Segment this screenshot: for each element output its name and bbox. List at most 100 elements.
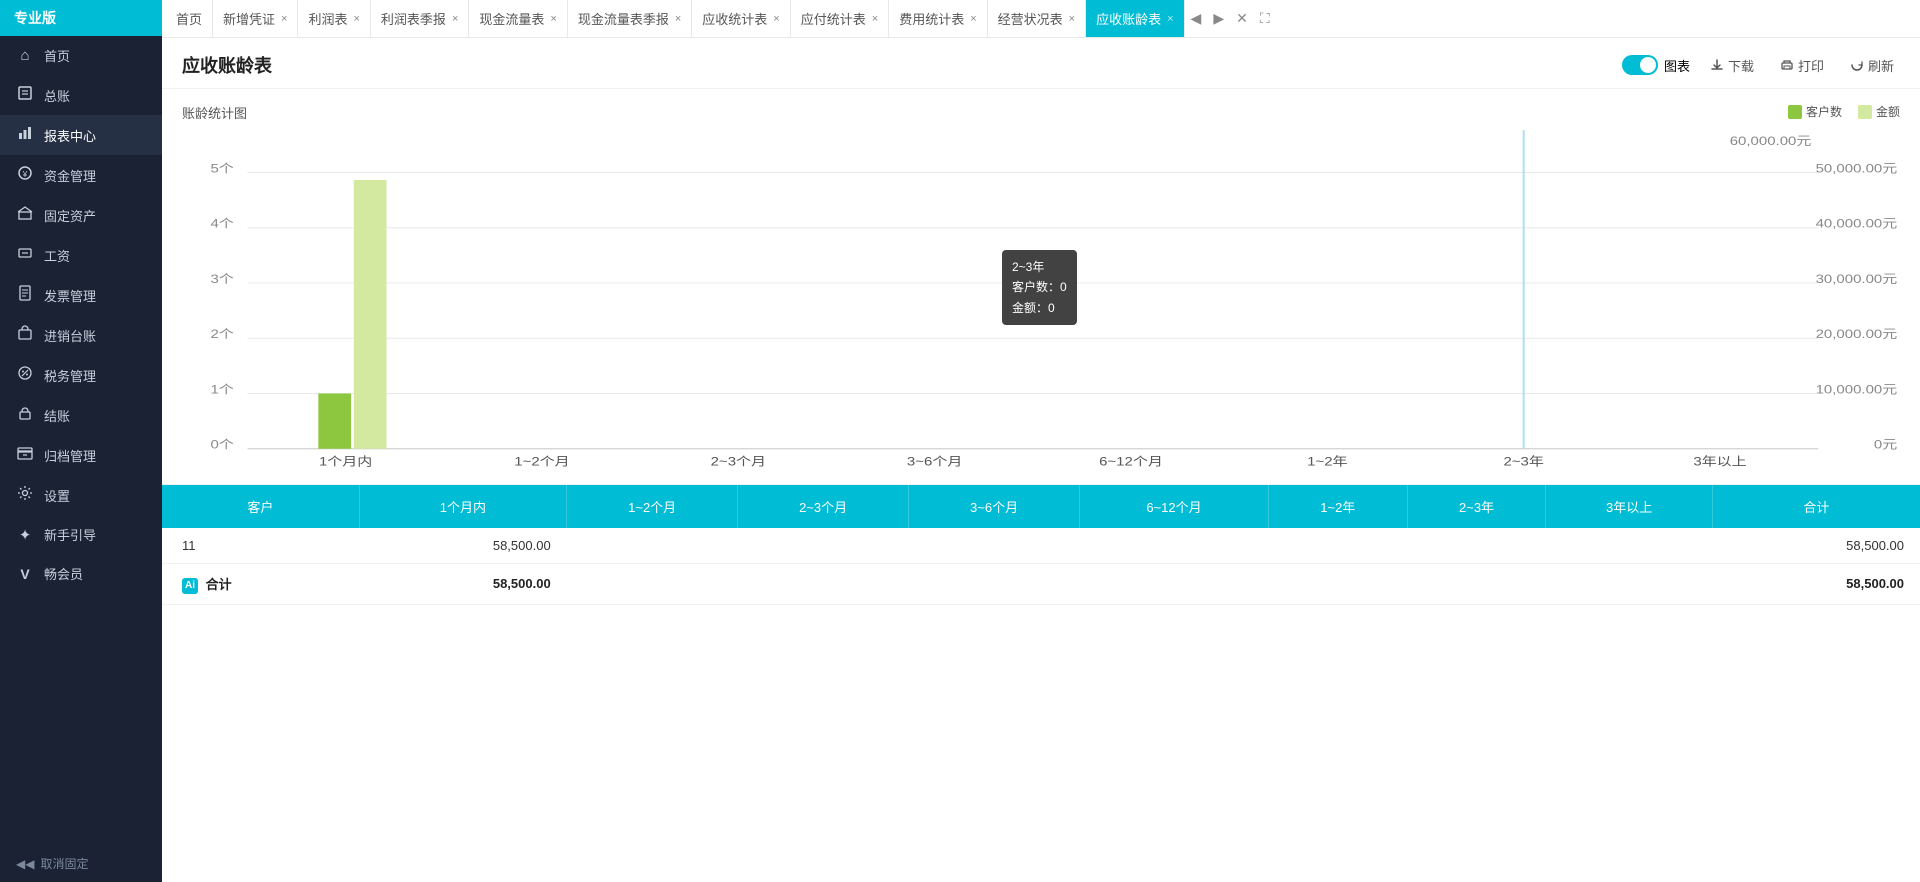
- tab-close-all-btn[interactable]: ✕: [1230, 0, 1254, 38]
- tab-label: 经营状况表: [998, 9, 1063, 28]
- svg-text:10,000.00元: 10,000.00元: [1816, 383, 1898, 396]
- tab-new-voucher[interactable]: 新增凭证 ×: [213, 0, 298, 38]
- tab-cashflow-q[interactable]: 现金流量表季报 ×: [568, 0, 692, 38]
- total-m23: [738, 564, 909, 605]
- chart-container: 0个 1个 2个 3个 4个 5个 0元 10,000.00元 20,000.0…: [182, 130, 1900, 470]
- data-table-wrap: 客户 1个月内 1~2个月 2~3个月 3~6个月 6~12个月 1~2年 2~…: [162, 485, 1920, 605]
- svg-text:2~3年: 2~3年: [1503, 455, 1543, 468]
- tab-biz[interactable]: 经营状况表 ×: [988, 0, 1086, 38]
- svg-text:3年以上: 3年以上: [1693, 455, 1746, 468]
- chart-toggle[interactable]: [1622, 55, 1658, 75]
- tab-close-icon[interactable]: ×: [281, 13, 287, 25]
- sidebar-item-label: 发票管理: [44, 286, 96, 305]
- sidebar: 专业版 ⌂ 首页 总账 报表中心 ¥ 资金管理 固定资产 工资: [0, 0, 162, 882]
- tab-close-icon[interactable]: ×: [970, 13, 976, 25]
- sidebar-item-label: 设置: [44, 486, 70, 505]
- tab-ap-stat[interactable]: 应付统计表 ×: [791, 0, 889, 38]
- tab-close-icon[interactable]: ×: [452, 13, 458, 25]
- unpin-label: 取消固定: [40, 855, 88, 872]
- chart-title: 账龄统计图: [182, 103, 1900, 122]
- sidebar-item-archive[interactable]: 归档管理: [0, 435, 162, 475]
- sidebar-item-home[interactable]: ⌂ 首页: [0, 36, 162, 75]
- cell-total: 58,500.00: [1712, 528, 1920, 564]
- tab-label: 应收统计表: [702, 9, 767, 28]
- tab-close-icon[interactable]: ×: [1167, 13, 1173, 25]
- sidebar-item-guide[interactable]: ✦ 新手引导: [0, 515, 162, 554]
- main-area: 首页 新增凭证 × 利润表 × 利润表季报 × 现金流量表 × 现金流量表季报 …: [162, 0, 1920, 882]
- total-y23: [1407, 564, 1546, 605]
- sidebar-item-invoice[interactable]: 发票管理: [0, 275, 162, 315]
- sidebar-item-report[interactable]: 报表中心: [0, 115, 162, 155]
- svg-text:1个月内: 1个月内: [319, 455, 372, 468]
- vip-icon: V: [16, 566, 34, 582]
- tab-next-btn[interactable]: ▶: [1207, 0, 1230, 38]
- chart-legend: 客户数 金额: [1788, 103, 1900, 120]
- sidebar-item-label: 首页: [44, 46, 70, 65]
- svg-text:2~3个月: 2~3个月: [711, 455, 766, 468]
- unpin-button[interactable]: ◀◀ 取消固定: [0, 845, 162, 882]
- tab-close-icon[interactable]: ×: [675, 13, 681, 25]
- total-label: Ai 合计: [162, 564, 359, 605]
- cell-m612: [1080, 528, 1269, 564]
- sidebar-item-label: 固定资产: [44, 206, 96, 225]
- tab-ar-aging[interactable]: 应收账龄表 ×: [1086, 0, 1184, 38]
- tab-maximize-btn[interactable]: ⛶: [1254, 0, 1276, 38]
- svg-text:2个: 2个: [210, 328, 234, 341]
- sidebar-item-vip[interactable]: V 畅会员: [0, 554, 162, 593]
- tab-profit-q[interactable]: 利润表季报 ×: [371, 0, 469, 38]
- svg-text:¥: ¥: [22, 170, 28, 179]
- legend-color-amount: [1858, 105, 1872, 119]
- tab-home[interactable]: 首页: [166, 0, 213, 38]
- col-y23: 2~3年: [1407, 485, 1546, 528]
- fund-icon: ¥: [16, 165, 34, 185]
- sidebar-item-salary[interactable]: 工资: [0, 235, 162, 275]
- tab-label: 首页: [176, 9, 202, 28]
- tab-label: 新增凭证: [223, 9, 275, 28]
- tab-ar-stat[interactable]: 应收统计表 ×: [692, 0, 790, 38]
- sidebar-item-fund[interactable]: ¥ 资金管理: [0, 155, 162, 195]
- tab-close-icon[interactable]: ×: [872, 13, 878, 25]
- tab-profit[interactable]: 利润表 ×: [298, 0, 370, 38]
- tab-expense[interactable]: 费用统计表 ×: [889, 0, 987, 38]
- tab-close-icon[interactable]: ×: [353, 13, 359, 25]
- tab-cashflow[interactable]: 现金流量表 ×: [469, 0, 567, 38]
- download-button[interactable]: 下载: [1704, 54, 1760, 77]
- page-content: 应收账龄表 图表 下载 打印 刷新: [162, 38, 1920, 882]
- sidebar-item-stock[interactable]: 进销台账: [0, 315, 162, 355]
- bar-customers-0: [318, 394, 351, 449]
- refresh-icon: [1850, 58, 1864, 72]
- total-m612: [1080, 564, 1269, 605]
- tax-icon: [16, 365, 34, 385]
- svg-text:5个: 5个: [210, 162, 234, 175]
- tab-close-icon[interactable]: ×: [1069, 13, 1075, 25]
- tab-close-icon[interactable]: ×: [550, 13, 556, 25]
- cell-m1: 58,500.00: [359, 528, 567, 564]
- sidebar-item-label: 进销台账: [44, 326, 96, 345]
- table-row: 11 58,500.00 58,500.00: [162, 528, 1920, 564]
- cell-m23: [738, 528, 909, 564]
- svg-text:60,000.00元: 60,000.00元: [1730, 134, 1812, 147]
- report-icon: [16, 125, 34, 145]
- col-total: 合计: [1712, 485, 1920, 528]
- sidebar-item-tax[interactable]: 税务管理: [0, 355, 162, 395]
- invoice-icon: [16, 285, 34, 305]
- refresh-button[interactable]: 刷新: [1844, 54, 1900, 77]
- page-title: 应收账龄表: [182, 52, 272, 78]
- sidebar-item-ledger[interactable]: 总账: [0, 75, 162, 115]
- chart-toggle-wrap: 图表: [1622, 55, 1690, 75]
- ledger-icon: [16, 85, 34, 105]
- sidebar-item-settings[interactable]: 设置: [0, 475, 162, 515]
- total-text: 合计: [206, 577, 232, 592]
- sidebar-item-close[interactable]: 结账: [0, 395, 162, 435]
- toggle-label: 图表: [1664, 56, 1690, 75]
- table-header-row: 客户 1个月内 1~2个月 2~3个月 3~6个月 6~12个月 1~2年 2~…: [162, 485, 1920, 528]
- tab-close-icon[interactable]: ×: [773, 13, 779, 25]
- tab-prev-btn[interactable]: ◀: [1185, 0, 1208, 38]
- print-button[interactable]: 打印: [1774, 54, 1830, 77]
- app-logo: 专业版: [0, 0, 162, 36]
- sidebar-item-label: 工资: [44, 246, 70, 265]
- settings-icon: [16, 485, 34, 505]
- sidebar-item-asset[interactable]: 固定资产: [0, 195, 162, 235]
- print-icon: [1780, 58, 1794, 72]
- unpin-icon: ◀◀: [16, 857, 34, 871]
